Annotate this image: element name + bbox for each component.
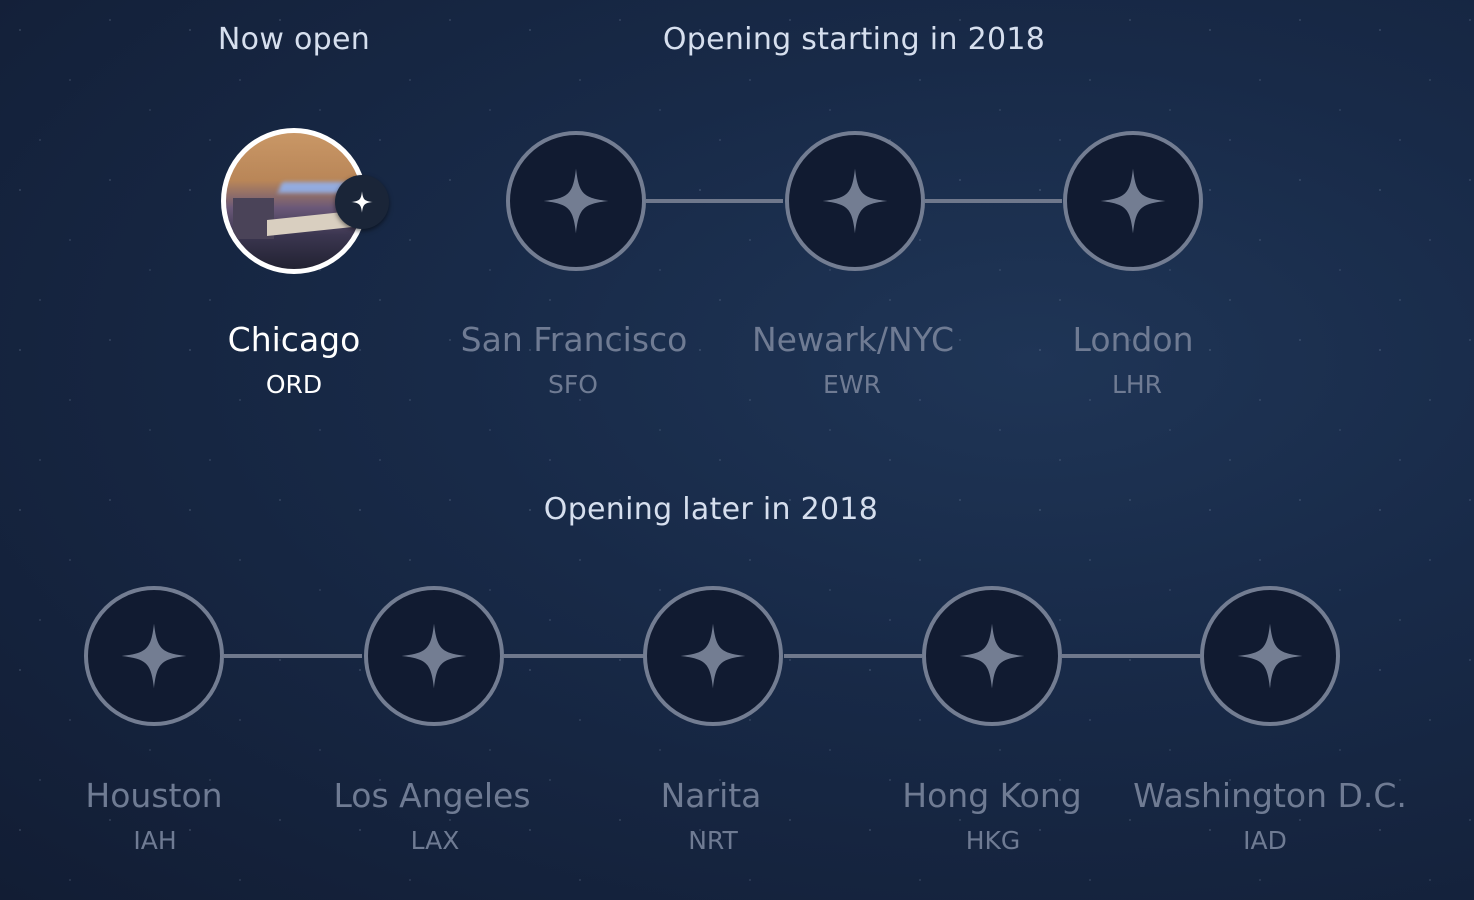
airport-code-hkg: HKG — [965, 826, 1021, 855]
city-name-houston[interactable]: Houston — [85, 776, 222, 815]
city-name-washington-dc[interactable]: Washington D.C. — [1133, 776, 1407, 815]
city-name-london[interactable]: London — [1073, 320, 1194, 359]
location-node-lhr[interactable] — [1063, 131, 1203, 271]
four-point-star-icon — [822, 168, 888, 234]
airport-code-iad: IAD — [1243, 826, 1287, 855]
airport-code-ewr: EWR — [823, 370, 881, 399]
airport-code-lax: LAX — [410, 826, 460, 855]
starfield-background — [0, 0, 1474, 900]
location-node-hkg[interactable] — [922, 586, 1062, 726]
city-name-hong-kong[interactable]: Hong Kong — [902, 776, 1081, 815]
four-point-star-icon — [959, 623, 1025, 689]
location-node-nrt[interactable] — [643, 586, 783, 726]
airport-code-ord: ORD — [265, 370, 323, 399]
four-point-star-icon — [351, 191, 373, 213]
city-name-los-angeles[interactable]: Los Angeles — [333, 776, 530, 815]
connector-nrt-hkg — [784, 654, 922, 658]
location-node-iah[interactable] — [84, 586, 224, 726]
city-name-chicago[interactable]: Chicago — [228, 320, 361, 359]
four-point-star-icon — [680, 623, 746, 689]
four-point-star-icon — [401, 623, 467, 689]
connector-iah-lax — [224, 654, 362, 658]
four-point-star-icon — [121, 623, 187, 689]
airport-code-iah: IAH — [133, 826, 177, 855]
connector-hkg-iad — [1062, 654, 1200, 658]
city-name-newark[interactable]: Newark/NYC — [752, 320, 954, 359]
connector-ewr-lhr — [925, 199, 1062, 203]
airport-code-sfo: SFO — [548, 370, 598, 399]
airport-code-lhr: LHR — [1111, 370, 1163, 399]
location-node-ewr[interactable] — [785, 131, 925, 271]
chicago-star-badge[interactable] — [335, 175, 389, 229]
four-point-star-icon — [543, 168, 609, 234]
four-point-star-icon — [1100, 168, 1166, 234]
four-point-star-icon — [1237, 623, 1303, 689]
connector-lax-nrt — [504, 654, 644, 658]
heading-opening-later: Opening later in 2018 — [543, 492, 879, 527]
city-name-narita[interactable]: Narita — [661, 776, 762, 815]
city-name-san-francisco[interactable]: San Francisco — [461, 320, 688, 359]
connector-sfo-ewr — [646, 199, 783, 203]
airport-code-nrt: NRT — [688, 826, 738, 855]
heading-opening-2018: Opening starting in 2018 — [662, 22, 1046, 57]
heading-now-open: Now open — [217, 22, 371, 57]
location-node-iad[interactable] — [1200, 586, 1340, 726]
location-node-lax[interactable] — [364, 586, 504, 726]
location-node-sfo[interactable] — [506, 131, 646, 271]
